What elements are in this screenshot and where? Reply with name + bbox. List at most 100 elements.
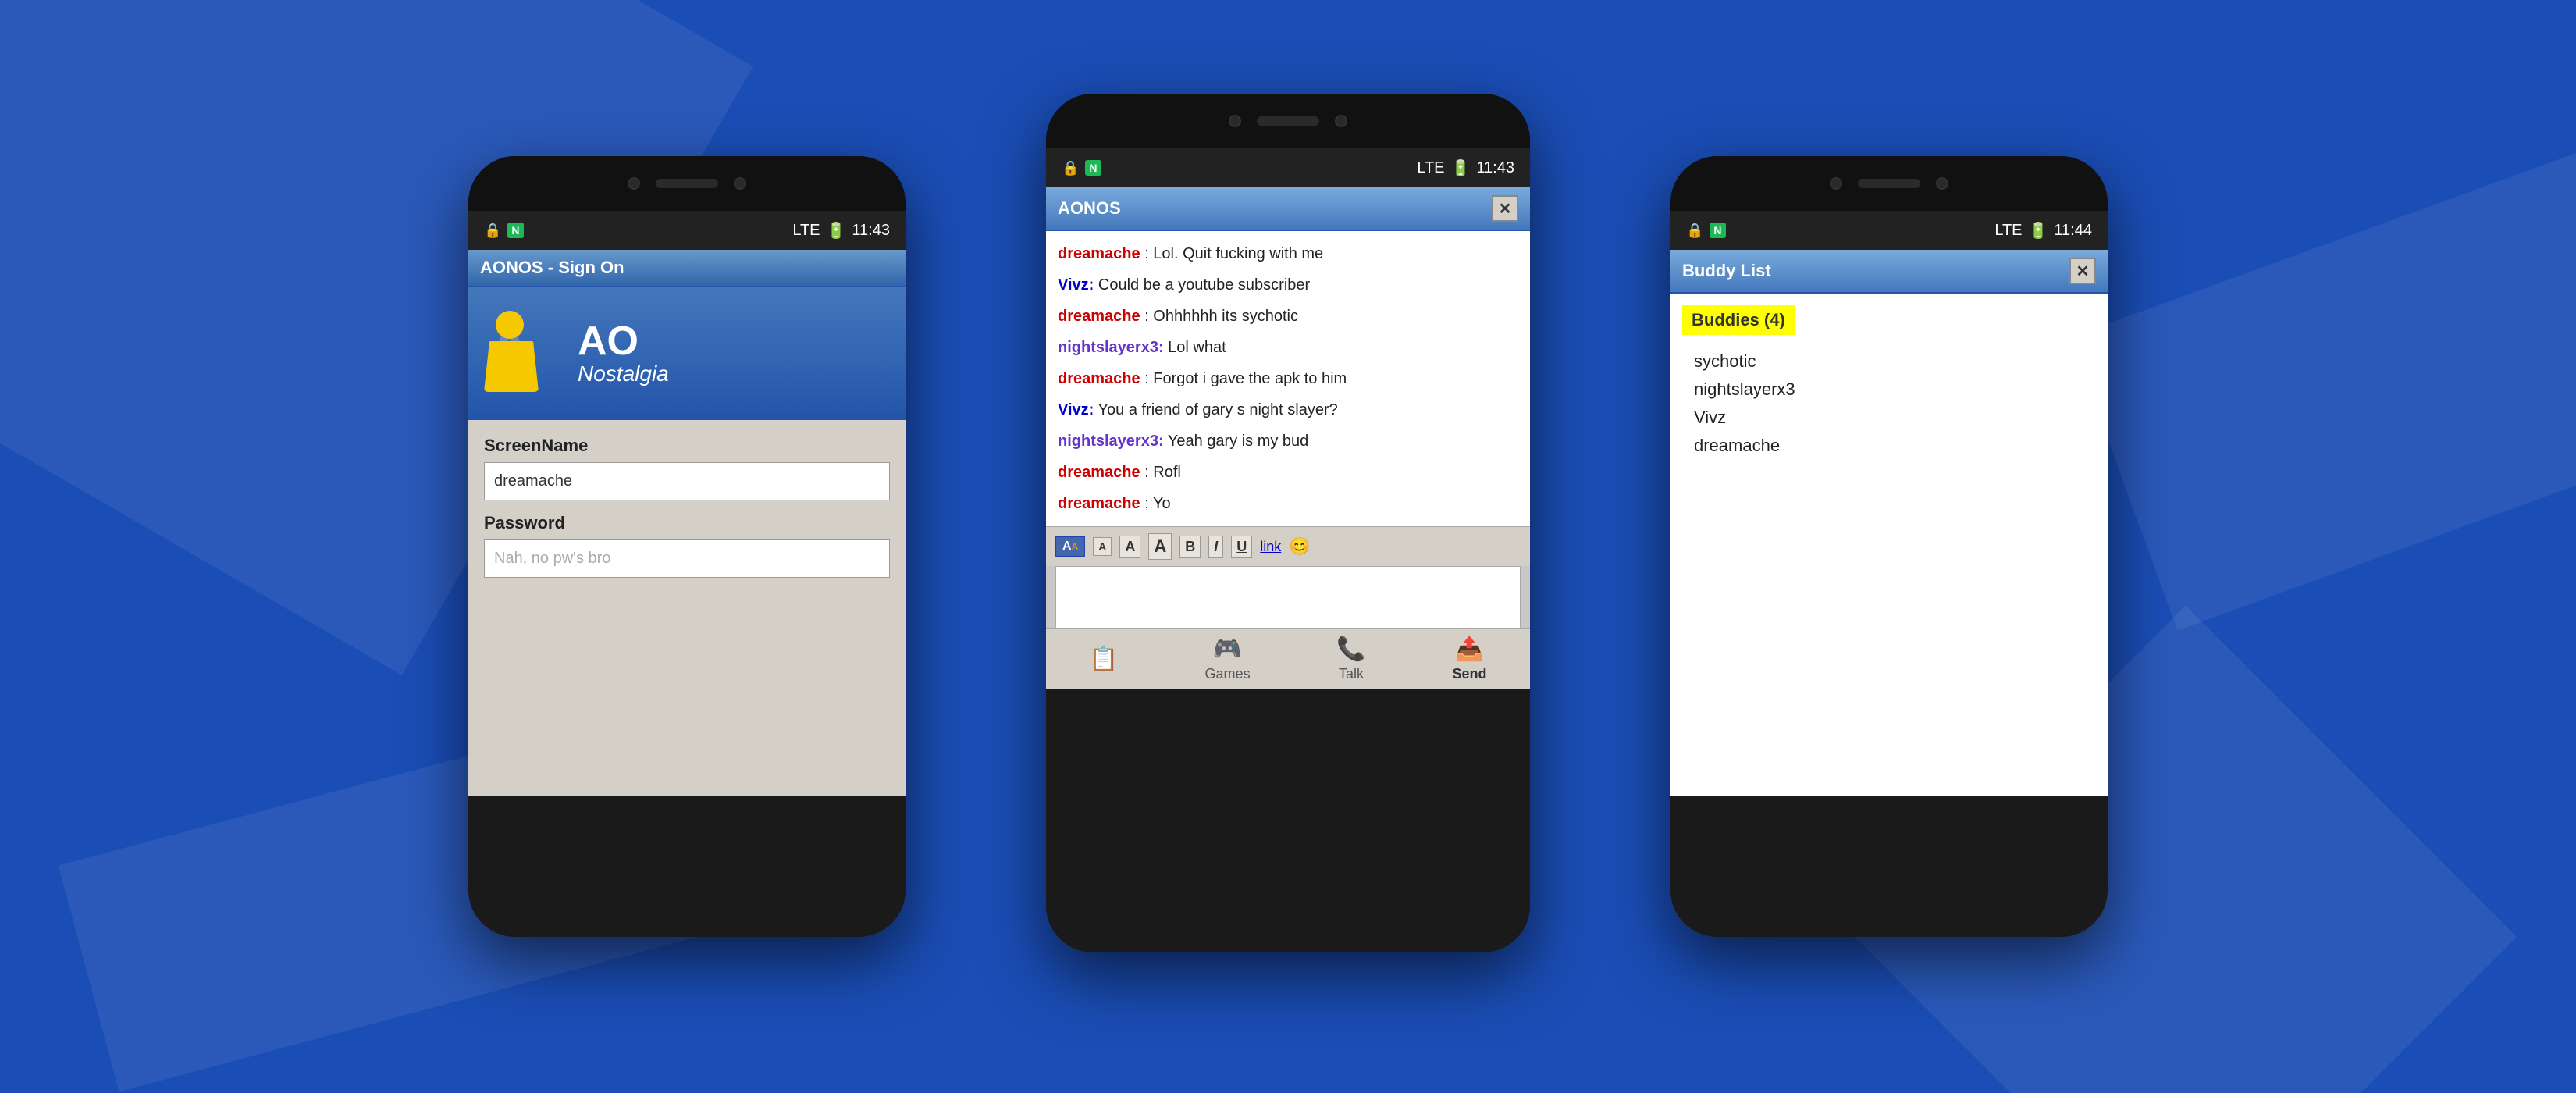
ao-person (484, 311, 562, 392)
ao-title-sub: Nostalgia (578, 361, 669, 386)
chat-buddy-btn[interactable]: 📋 (1089, 646, 1118, 673)
signon-logo-area: A AO Nostalgia (468, 287, 906, 420)
time-left: 11:43 (852, 222, 890, 240)
chat-msg-8: dreamache : Rofl (1058, 461, 1518, 483)
phone-left-top (468, 156, 906, 211)
chat-title-bar: AONOS ✕ (1046, 187, 1530, 231)
buddy-title-bar: Buddy List ✕ (1670, 250, 2108, 294)
phones-container: 🔒 N LTE 🔋 11:43 AONOS - Sign On A (429, 78, 2147, 1015)
chat-msg-1: dreamache : Lol. Quit fucking with me (1058, 243, 1518, 265)
sender-9: dreamache (1058, 495, 1140, 512)
buddy-item-3[interactable]: Vivz (1682, 404, 2096, 432)
toolbar-link-btn[interactable]: link (1260, 539, 1281, 555)
chat-toolbar: AA A A A B I U link 😊 (1046, 526, 1530, 566)
games-label: Games (1205, 666, 1251, 682)
chat-msg-6: Vivz: You a friend of gary s night slaye… (1058, 399, 1518, 421)
phone-center-camera2 (1335, 115, 1347, 127)
chat-send-btn[interactable]: 📤 Send (1453, 636, 1487, 682)
phone-left-screen: AONOS - Sign On A AO Nostalgia (468, 250, 906, 796)
msg-text-8: : Rofl (1144, 464, 1181, 481)
ao-person-head (496, 311, 524, 339)
right-lock-icon: 🔒 (1686, 223, 1703, 239)
toolbar-font-medium-btn[interactable]: A (1119, 536, 1140, 558)
phone-right-camera (1830, 177, 1842, 190)
center-network-icon: N (1085, 160, 1101, 176)
center-statusbar-left: 🔒 N (1062, 160, 1101, 176)
phone-left-speaker (656, 179, 718, 188)
right-battery: 🔋 (2029, 221, 2048, 240)
center-battery: 🔋 (1451, 158, 1471, 178)
chat-title: AONOS (1058, 198, 1121, 219)
phone-center-speaker (1257, 116, 1319, 126)
talk-icon: 📞 (1336, 636, 1365, 663)
sender-4: nightslayerx3: (1058, 339, 1164, 356)
chat-msg-2: Vivz: Could be a youtube subscriber (1058, 274, 1518, 296)
buddy-item-4[interactable]: dreamache (1682, 432, 2096, 460)
phone-right-top (1670, 156, 2108, 211)
toolbar-bold-btn[interactable]: B (1179, 536, 1201, 558)
buddy-icon: 📋 (1089, 646, 1118, 673)
chat-msg-9: dreamache : Yo (1058, 493, 1518, 514)
games-icon: 🎮 (1213, 636, 1242, 663)
buddy-list-content: Buddies (4) sychotic nightslayerx3 Vivz … (1670, 294, 2108, 796)
center-lock-icon: 🔒 (1062, 160, 1079, 176)
screenname-input[interactable]: dreamache (484, 462, 890, 500)
password-label: Password (484, 513, 890, 533)
buddy-item-1[interactable]: sychotic (1682, 347, 2096, 376)
chat-close-btn[interactable]: ✕ (1492, 195, 1518, 222)
msg-text-9: : Yo (1144, 495, 1170, 512)
toolbar-font-large-btn[interactable]: A (1148, 533, 1172, 560)
signon-title-bar: AONOS - Sign On (468, 250, 906, 287)
ao-figure: A (484, 311, 562, 397)
center-time: 11:43 (1476, 159, 1514, 177)
msg-text-6: You a friend of gary s night slayer? (1098, 401, 1338, 418)
phone-center-camera (1229, 115, 1241, 127)
buddy-title: Buddy List (1682, 261, 1771, 281)
phone-left-statusbar: 🔒 N LTE 🔋 11:43 (468, 211, 906, 250)
toolbar-font-color-btn[interactable]: AA (1055, 536, 1085, 557)
network-icon: N (507, 223, 523, 238)
chat-msg-5: dreamache : Forgot i gave the apk to him (1058, 368, 1518, 390)
chat-input[interactable] (1055, 566, 1521, 628)
send-label: Send (1453, 666, 1487, 682)
phone-center: 🔒 N LTE 🔋 11:43 AONOS ✕ dreamache : Lol.… (1046, 94, 1530, 952)
signal-text: LTE (792, 222, 820, 240)
phone-left-camera2 (734, 177, 746, 190)
msg-text-1: : Lol. Quit fucking with me (1144, 245, 1323, 262)
buddies-header: Buddies (4) (1682, 305, 1795, 335)
sender-3: dreamache (1058, 308, 1140, 325)
sender-6: Vivz: (1058, 401, 1094, 418)
chat-games-btn[interactable]: 🎮 Games (1205, 636, 1251, 682)
chat-talk-btn[interactable]: 📞 Talk (1336, 636, 1365, 682)
sender-5: dreamache (1058, 370, 1140, 387)
chat-msg-7: nightslayerx3: Yeah gary is my bud (1058, 430, 1518, 452)
ao-person-arm (532, 333, 554, 353)
right-time: 11:44 (2054, 222, 2092, 240)
phone-center-top (1046, 94, 1530, 148)
right-network-icon: N (1710, 223, 1725, 238)
toolbar-italic-btn[interactable]: I (1208, 536, 1223, 558)
phone-left-camera (628, 177, 640, 190)
lock-icon: 🔒 (484, 223, 501, 239)
ao-title-big: AO (578, 321, 669, 361)
password-input[interactable]: Nah, no pw's bro (484, 539, 890, 578)
msg-text-2: Could be a youtube subscriber (1098, 276, 1310, 294)
buddy-item-2[interactable]: nightslayerx3 (1682, 376, 2096, 404)
chat-msg-3: dreamache : Ohhhhhh its sychotic (1058, 305, 1518, 327)
toolbar-font-small-btn[interactable]: A (1093, 537, 1112, 556)
chat-messages: dreamache : Lol. Quit fucking with me Vi… (1046, 231, 1530, 526)
phone-right-camera2 (1936, 177, 1948, 190)
right-statusbar-right: LTE 🔋 11:44 (1994, 221, 2092, 240)
sender-1: dreamache (1058, 245, 1140, 262)
buddy-close-btn[interactable]: ✕ (2069, 258, 2096, 284)
signon-form: ScreenName dreamache Password Nah, no pw… (468, 420, 906, 796)
statusbar-right: LTE 🔋 11:43 (792, 221, 890, 240)
msg-text-3: : Ohhhhhh its sychotic (1144, 308, 1298, 325)
ao-person-body (484, 341, 539, 392)
toolbar-emoji-btn[interactable]: 😊 (1289, 536, 1310, 557)
sender-8: dreamache (1058, 464, 1140, 481)
center-statusbar-right: LTE 🔋 11:43 (1417, 158, 1514, 178)
phone-right-statusbar: 🔒 N LTE 🔋 11:44 (1670, 211, 2108, 250)
msg-text-7: Yeah gary is my bud (1168, 433, 1308, 450)
toolbar-underline-btn[interactable]: U (1231, 536, 1252, 558)
